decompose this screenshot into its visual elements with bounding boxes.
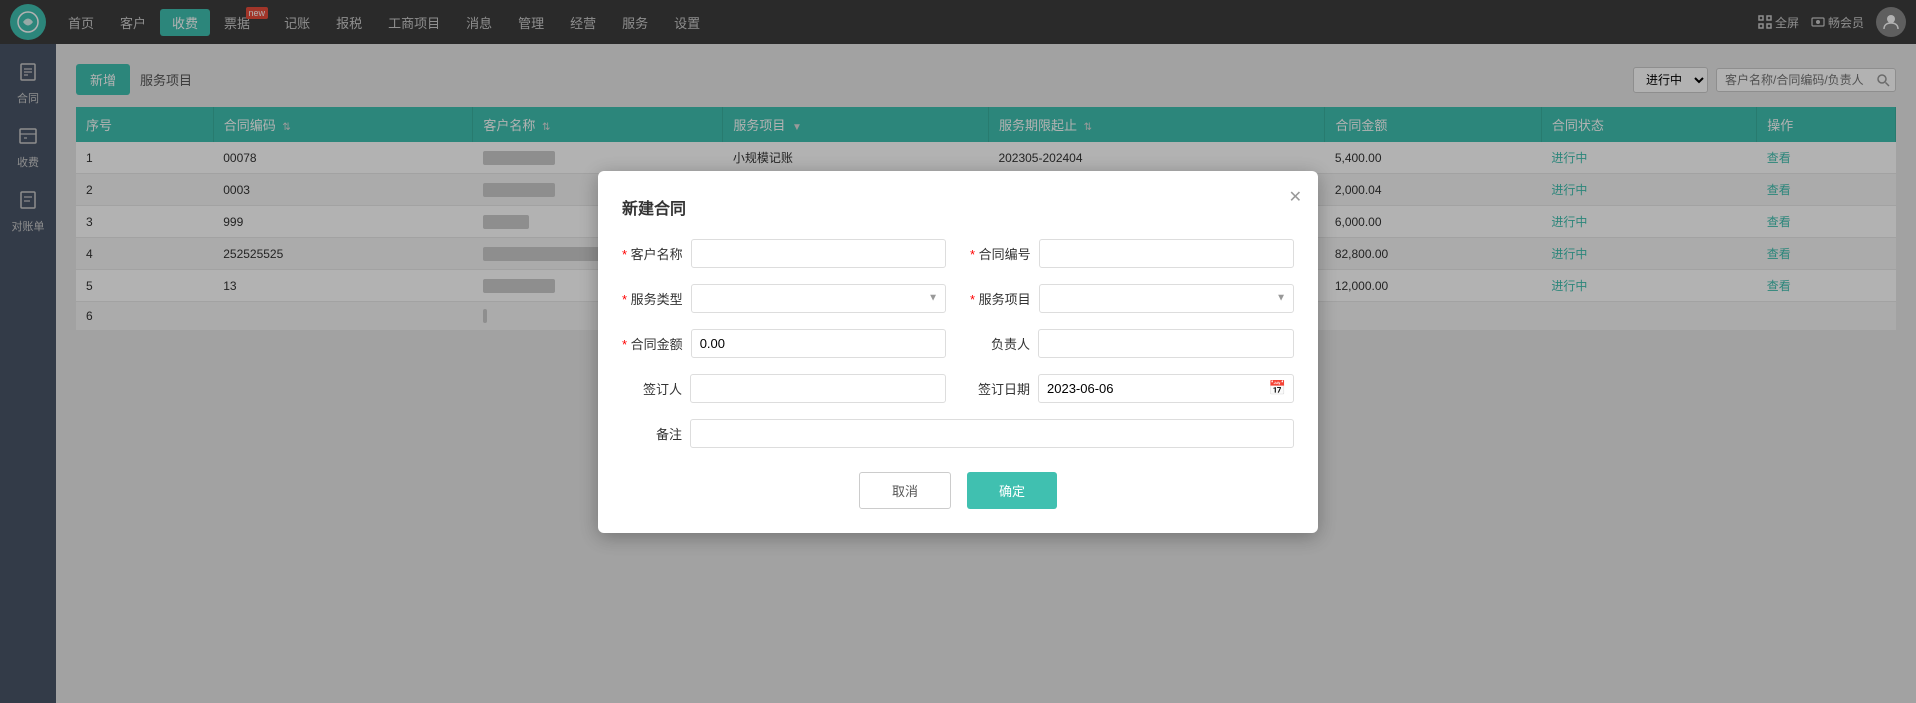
notes-field-row: 备注: [622, 419, 1294, 448]
contract-no-input[interactable]: [1039, 239, 1294, 268]
notes-label: 备注: [622, 424, 682, 443]
modal-footer: 取消 确定: [622, 472, 1294, 509]
responsible-label: 负责人: [970, 334, 1030, 353]
sign-date-label: 签订日期: [970, 379, 1030, 398]
modal-overlay: 新建合同 ✕ 客户名称 合同编号 服务类型 ▼: [0, 0, 1916, 703]
contract-no-field-row: 合同编号: [970, 239, 1294, 268]
modal-title: 新建合同: [622, 195, 1294, 219]
signer-label: 签订人: [622, 379, 682, 398]
service-type-label: 服务类型: [622, 289, 683, 308]
sign-date-input[interactable]: [1038, 374, 1294, 403]
signer-field-row: 签订人: [622, 374, 946, 403]
modal-form: 客户名称 合同编号 服务类型 ▼ 服务项目: [622, 239, 1294, 448]
service-type-select[interactable]: [691, 284, 946, 313]
notes-input[interactable]: [690, 419, 1294, 448]
responsible-field-row: 负责人: [970, 329, 1294, 358]
confirm-button[interactable]: 确定: [967, 472, 1057, 509]
cancel-button[interactable]: 取消: [859, 472, 951, 509]
sign-date-field-row: 签订日期 📅: [970, 374, 1294, 403]
signer-input[interactable]: [690, 374, 946, 403]
contract-no-label: 合同编号: [970, 244, 1031, 263]
service-item-field-row: 服务项目 ▼: [970, 284, 1294, 313]
amount-field-row: 合同金额: [622, 329, 946, 358]
amount-input[interactable]: [691, 329, 946, 358]
calendar-icon[interactable]: 📅: [1269, 380, 1286, 397]
customer-input[interactable]: [691, 239, 946, 268]
customer-label: 客户名称: [622, 244, 683, 263]
responsible-input[interactable]: [1038, 329, 1294, 358]
service-item-label: 服务项目: [970, 289, 1031, 308]
modal-close-button[interactable]: ✕: [1289, 187, 1302, 207]
new-contract-modal: 新建合同 ✕ 客户名称 合同编号 服务类型 ▼: [598, 171, 1318, 533]
customer-field-row: 客户名称: [622, 239, 946, 268]
service-type-field-row: 服务类型 ▼: [622, 284, 946, 313]
service-item-select[interactable]: [1039, 284, 1294, 313]
amount-label: 合同金额: [622, 334, 683, 353]
